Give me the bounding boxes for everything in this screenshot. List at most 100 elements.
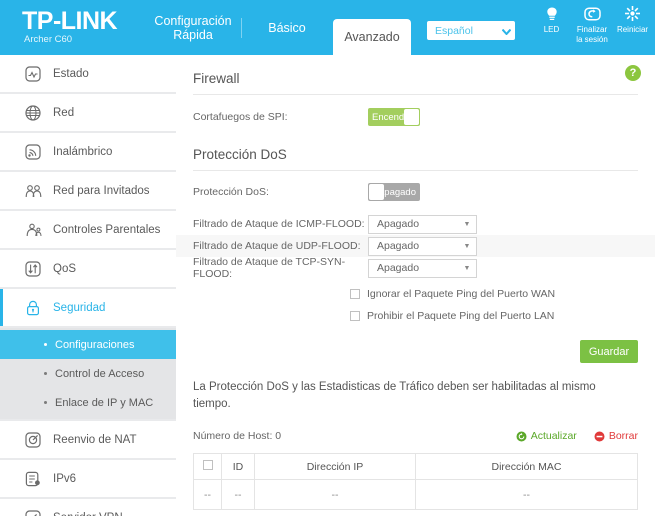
forbid-lan-ping-row: Prohibir el Paquete Ping del Puerto LAN bbox=[176, 305, 655, 327]
header-actions: LED Finalizar la sesión Reiniciar bbox=[533, 4, 651, 52]
sidebar-item-estado[interactable]: Estado bbox=[0, 55, 176, 92]
sidebar-item-label: Estado bbox=[53, 67, 89, 80]
sidebar-item-qos[interactable]: QoS bbox=[0, 250, 176, 287]
select-all-checkbox[interactable] bbox=[202, 460, 213, 470]
cell-id: -- bbox=[221, 479, 255, 510]
language-select[interactable]: Español bbox=[427, 21, 515, 40]
tcp-syn-flood-select[interactable]: Apagado ▼ bbox=[368, 258, 477, 278]
dos-protection-label: Protección DoS: bbox=[193, 186, 269, 198]
spi-firewall-toggle[interactable]: Encendido bbox=[368, 108, 420, 126]
parental-controls-icon bbox=[24, 221, 42, 239]
reboot-icon bbox=[624, 4, 641, 23]
tab-advanced[interactable]: Avanzado bbox=[333, 19, 411, 55]
led-label: LED bbox=[543, 25, 560, 34]
led-button[interactable]: LED bbox=[533, 4, 570, 35]
select-all-header bbox=[193, 453, 222, 480]
tcp-syn-flood-label: Filtrado de Ataque de TCP-SYN-FLOOD: bbox=[193, 256, 346, 280]
logout-icon bbox=[583, 4, 601, 23]
tab-basic[interactable]: Básico bbox=[248, 0, 326, 55]
tab-quick-setup[interactable]: Configuración Rápida bbox=[148, 0, 238, 55]
minus-circle-icon bbox=[594, 431, 605, 441]
bullet-icon bbox=[44, 372, 47, 375]
cell-ip: -- bbox=[254, 479, 416, 510]
sidebar-item-servidor-vpn[interactable]: Servidor VPN bbox=[0, 499, 176, 516]
tcp-syn-flood-value: Apagado bbox=[377, 262, 420, 274]
spi-firewall-row: Cortafuegos de SPI: Encendido bbox=[176, 95, 655, 139]
sidebar-item-label: Controles Parentales bbox=[53, 223, 161, 236]
status-icon bbox=[24, 65, 42, 83]
cell-select: -- bbox=[193, 479, 222, 510]
bullet-icon bbox=[44, 343, 47, 346]
sidebar-subitem-control-de-acceso[interactable]: Control de Acceso bbox=[0, 359, 176, 388]
sidebar-subitem-enlace-ip-mac[interactable]: Enlace de IP y MAC bbox=[0, 388, 176, 417]
refresh-icon bbox=[516, 431, 527, 441]
cell-mac: -- bbox=[415, 479, 638, 510]
sidebar-item-label: Seguridad bbox=[53, 301, 106, 314]
page-header: TP-LINK Archer C60 Configuración Rápida … bbox=[0, 0, 655, 55]
sidebar-item-label: Red bbox=[53, 106, 75, 119]
language-value: Español bbox=[435, 24, 473, 37]
bullet-icon bbox=[44, 401, 47, 404]
reboot-button[interactable]: Reiniciar bbox=[614, 4, 651, 35]
table-row: -- -- -- -- bbox=[193, 479, 638, 510]
firewall-section-title: Firewall bbox=[193, 71, 240, 86]
save-button[interactable]: Guardar bbox=[580, 340, 638, 363]
host-list-toolbar: Número de Host: 0 Actualizar Borrar bbox=[176, 419, 655, 453]
dos-protection-row: Protección DoS: Apagado bbox=[176, 171, 655, 213]
sidebar-item-seguridad[interactable]: Seguridad bbox=[0, 289, 176, 326]
sidebar-item-label: QoS bbox=[53, 262, 77, 275]
brand-logo: TP-LINK Archer C60 bbox=[22, 8, 118, 46]
refresh-label: Actualizar bbox=[530, 430, 577, 442]
delete-label: Borrar bbox=[608, 430, 638, 442]
chevron-down-icon: ▼ bbox=[463, 220, 471, 228]
udp-flood-label: Filtrado de Ataque de UDP-FLOOD: bbox=[193, 240, 361, 252]
tab-divider bbox=[241, 18, 242, 38]
globe-icon bbox=[24, 104, 42, 122]
icmp-flood-row: Filtrado de Ataque de ICMP-FLOOD: Apagad… bbox=[176, 213, 655, 235]
nat-forwarding-icon bbox=[24, 431, 42, 449]
lock-icon bbox=[24, 299, 42, 317]
sidebar-item-label: Red para Invitados bbox=[53, 184, 150, 197]
chevron-down-icon bbox=[498, 22, 514, 40]
dos-protection-toggle[interactable]: Apagado bbox=[368, 183, 420, 201]
delete-button[interactable]: Borrar bbox=[594, 430, 638, 442]
host-list-table: ID Dirección IP Dirección MAC -- -- -- -… bbox=[193, 453, 638, 510]
sidebar-item-controles-parentales[interactable]: Controles Parentales bbox=[0, 211, 176, 248]
sidebar-item-label: Inalámbrico bbox=[53, 145, 113, 158]
host-list-actions: Actualizar Borrar bbox=[516, 430, 638, 442]
sidebar-submenu-seguridad: Configuraciones Control de Acceso Enlace… bbox=[0, 328, 176, 419]
sidebar-item-ipv6[interactable]: IPv6 bbox=[0, 460, 176, 497]
sidebar-item-label: IPv6 bbox=[53, 472, 77, 485]
spi-firewall-label: Cortafuegos de SPI: bbox=[193, 111, 288, 123]
icmp-flood-select[interactable]: Apagado ▼ bbox=[368, 214, 477, 234]
wireless-icon bbox=[24, 143, 42, 161]
host-count-label: Número de Host: 0 bbox=[193, 430, 282, 442]
brand-model: Archer C60 bbox=[24, 34, 73, 45]
sidebar-item-reenvio-nat[interactable]: Reenvio de NAT bbox=[0, 421, 176, 458]
ignore-wan-ping-row: Ignorar el Paquete Ping del Puerto WAN bbox=[176, 283, 655, 305]
guest-network-icon bbox=[24, 182, 42, 200]
udp-flood-select[interactable]: Apagado ▼ bbox=[368, 236, 477, 256]
forbid-lan-ping-checkbox[interactable] bbox=[350, 311, 360, 321]
sidebar-subitem-configuraciones[interactable]: Configuraciones bbox=[0, 330, 176, 359]
refresh-button[interactable]: Actualizar bbox=[516, 430, 577, 442]
icmp-flood-value: Apagado bbox=[377, 218, 420, 230]
ignore-wan-ping-checkbox[interactable] bbox=[350, 289, 360, 299]
udp-flood-value: Apagado bbox=[377, 240, 420, 252]
sidebar-item-red-invitados[interactable]: Red para Invitados bbox=[0, 172, 176, 209]
ipv6-icon bbox=[24, 470, 42, 488]
udp-flood-row: Filtrado de Ataque de UDP-FLOOD: Apagado… bbox=[176, 235, 655, 257]
help-icon[interactable]: ? bbox=[625, 65, 641, 81]
sidebar: Estado Red Inalámbrico Red para Invitado… bbox=[0, 55, 176, 516]
toggle-knob bbox=[404, 109, 419, 125]
logout-button[interactable]: Finalizar la sesión bbox=[574, 4, 611, 44]
sidebar-subitem-label: Control de Acceso bbox=[55, 367, 145, 380]
chevron-down-icon: ▼ bbox=[463, 242, 471, 250]
vpn-server-icon bbox=[24, 509, 42, 516]
led-icon bbox=[545, 4, 559, 23]
icmp-flood-label: Filtrado de Ataque de ICMP-FLOOD: bbox=[193, 218, 365, 230]
sidebar-item-label: Reenvio de NAT bbox=[53, 433, 137, 446]
sidebar-item-red[interactable]: Red bbox=[0, 94, 176, 131]
sidebar-item-inalambrico[interactable]: Inalámbrico bbox=[0, 133, 176, 170]
column-header-ip: Dirección IP bbox=[254, 453, 416, 480]
